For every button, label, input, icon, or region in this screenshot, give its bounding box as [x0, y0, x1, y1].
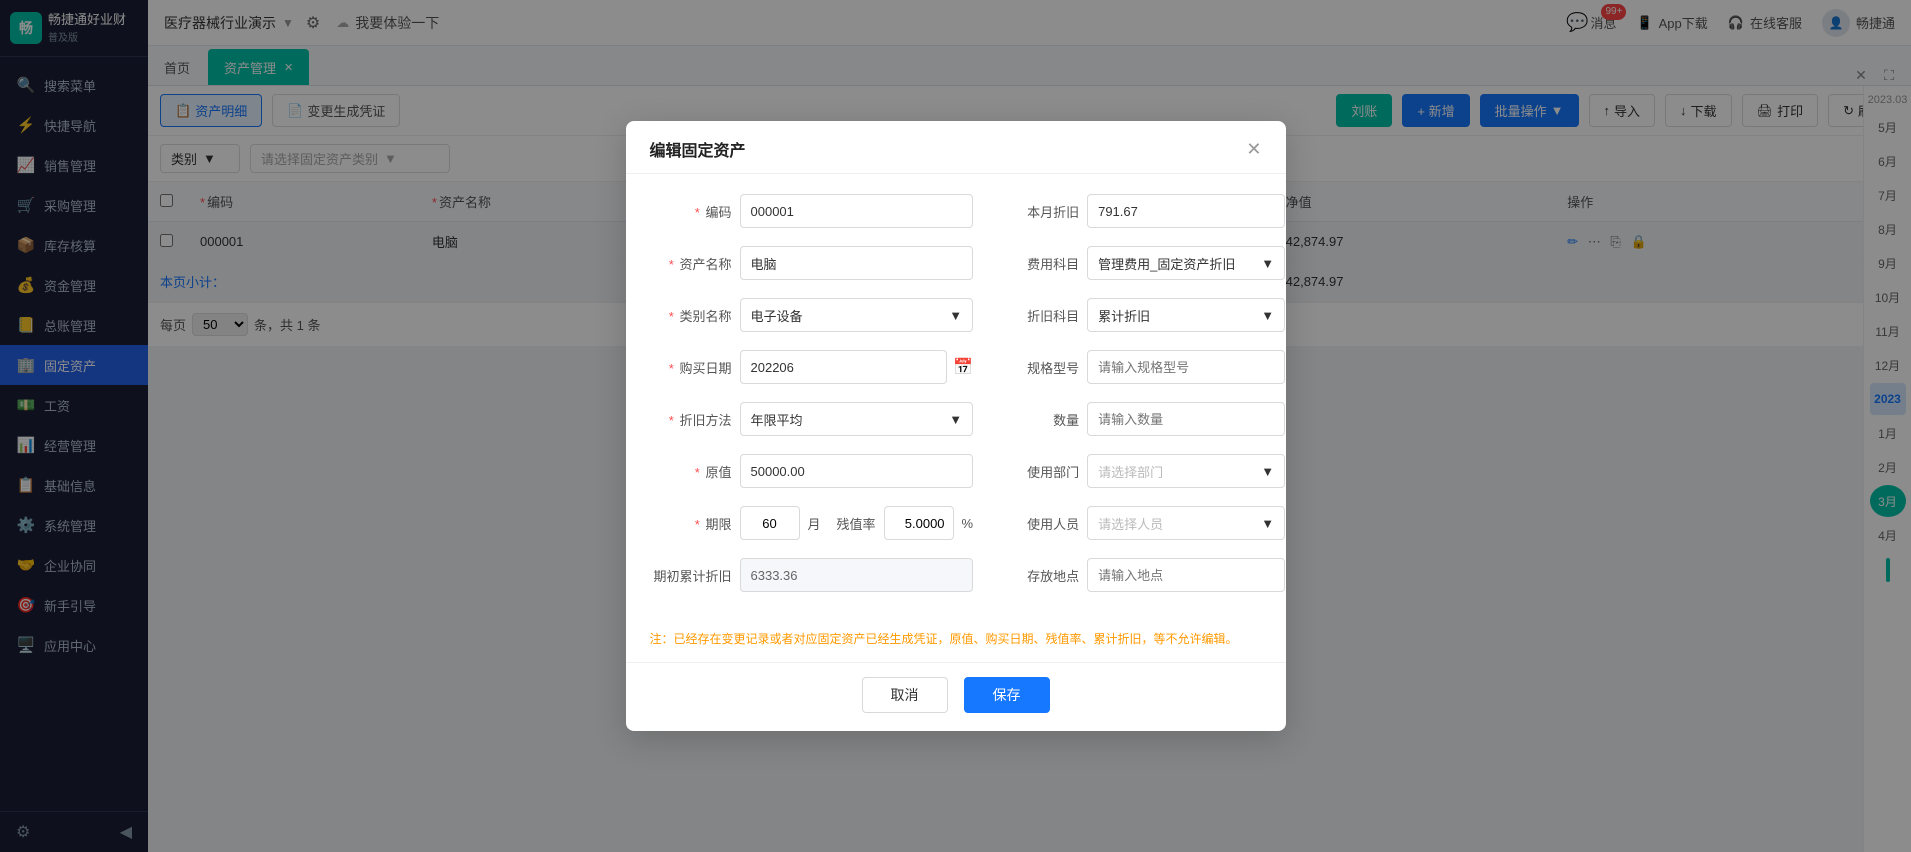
period-rate-row: 月 残值率 %: [740, 506, 974, 540]
modal-right-col: 本月折旧 费用科目 管理费用_固定资产折旧 ▼ 折旧科目: [997, 194, 1285, 610]
dep-method-select[interactable]: 年限平均 ▼: [740, 402, 974, 436]
dep-subject-arrow: ▼: [1261, 308, 1274, 323]
modal-footer: 取消 保存: [626, 662, 1286, 731]
initial-dep-label: 期初累计折旧: [650, 566, 740, 585]
modal-left-col: * 编码 * 资产名称: [650, 194, 974, 610]
modal-note: 注：已经存在变更记录或者对应固定资产已经生成凭证，原值、购买日期、残值率、累计折…: [626, 630, 1286, 661]
form-row-period: * 期限 月 残值率 %: [650, 506, 974, 540]
monthly-dep-label: 本月折旧: [997, 202, 1087, 221]
form-row-dep-subject: 折旧科目 累计折旧 ▼: [997, 298, 1285, 332]
form-row-purchase-date: * 购买日期 📅: [650, 350, 974, 384]
period-label: * 期限: [650, 514, 740, 533]
model-input[interactable]: [1087, 350, 1285, 384]
quantity-input[interactable]: [1087, 402, 1285, 436]
period-input[interactable]: [740, 506, 800, 540]
modal-body: * 编码 * 资产名称: [626, 174, 1286, 630]
department-placeholder: 请选择部门: [1098, 462, 1163, 481]
form-row-user: 使用人员 请选择人员 ▼: [997, 506, 1285, 540]
location-input[interactable]: [1087, 558, 1285, 592]
form-row-model: 规格型号: [997, 350, 1285, 384]
rate-unit: %: [962, 516, 974, 531]
dep-subject-label: 折旧科目: [997, 306, 1087, 325]
category-select[interactable]: 电子设备 ▼: [740, 298, 974, 332]
form-row-category: * 类别名称 电子设备 ▼: [650, 298, 974, 332]
purchase-date-wrap: 📅: [740, 350, 974, 384]
purchase-date-label: * 购买日期: [650, 358, 740, 377]
expense-subject-label: 费用科目: [997, 254, 1087, 273]
form-row-expense-subject: 费用科目 管理费用_固定资产折旧 ▼: [997, 246, 1285, 280]
department-arrow: ▼: [1261, 464, 1274, 479]
location-label: 存放地点: [997, 566, 1087, 585]
form-row-location: 存放地点: [997, 558, 1285, 592]
form-row-initial-dep: 期初累计折旧: [650, 558, 974, 592]
dep-subject-value: 累计折旧: [1098, 306, 1150, 325]
code-label: * 编码: [650, 202, 740, 221]
model-label: 规格型号: [997, 358, 1087, 377]
form-row-code: * 编码: [650, 194, 974, 228]
department-select[interactable]: 请选择部门 ▼: [1087, 454, 1285, 488]
user-select[interactable]: 请选择人员 ▼: [1087, 506, 1285, 540]
dep-method-value: 年限平均: [751, 410, 803, 429]
period-unit: 月: [808, 514, 821, 533]
calendar-icon[interactable]: 📅: [953, 357, 973, 377]
expense-subject-select[interactable]: 管理费用_固定资产折旧 ▼: [1087, 246, 1285, 280]
modal-grid: * 编码 * 资产名称: [650, 194, 1262, 610]
modal-header: 编辑固定资产 ✕: [626, 121, 1286, 174]
name-label: * 资产名称: [650, 254, 740, 273]
modal-close-icon[interactable]: ✕: [1246, 139, 1261, 160]
user-placeholder: 请选择人员: [1098, 514, 1163, 533]
edit-asset-modal: 编辑固定资产 ✕ * 编码: [626, 121, 1286, 730]
dep-method-arrow: ▼: [949, 412, 962, 427]
form-row-quantity: 数量: [997, 402, 1285, 436]
form-row-department: 使用部门 请选择部门 ▼: [997, 454, 1285, 488]
expense-subject-value: 管理费用_固定资产折旧: [1098, 254, 1235, 273]
initial-dep-input[interactable]: [740, 558, 974, 592]
form-row-name: * 资产名称: [650, 246, 974, 280]
original-value-label: * 原值: [650, 462, 740, 481]
rate-label: 残值率: [837, 514, 876, 533]
category-select-arrow: ▼: [949, 308, 962, 323]
expense-subject-arrow: ▼: [1261, 256, 1274, 271]
monthly-dep-input[interactable]: [1087, 194, 1285, 228]
save-button[interactable]: 保存: [964, 677, 1050, 713]
modal-title: 编辑固定资产: [650, 137, 746, 161]
purchase-date-input[interactable]: [740, 350, 948, 384]
original-value-input[interactable]: [740, 454, 974, 488]
dep-subject-select[interactable]: 累计折旧 ▼: [1087, 298, 1285, 332]
rate-input[interactable]: [884, 506, 954, 540]
code-input[interactable]: [740, 194, 974, 228]
department-label: 使用部门: [997, 462, 1087, 481]
user-label: 使用人员: [997, 514, 1087, 533]
quantity-label: 数量: [997, 410, 1087, 429]
form-row-dep-method: * 折旧方法 年限平均 ▼: [650, 402, 974, 436]
user-arrow: ▼: [1261, 516, 1274, 531]
dep-method-label: * 折旧方法: [650, 410, 740, 429]
cancel-button[interactable]: 取消: [862, 677, 948, 713]
form-row-original-value: * 原值: [650, 454, 974, 488]
category-select-value: 电子设备: [751, 306, 803, 325]
category-label: * 类别名称: [650, 306, 740, 325]
modal-overlay: 编辑固定资产 ✕ * 编码: [0, 0, 1911, 852]
name-input[interactable]: [740, 246, 974, 280]
form-row-monthly-dep: 本月折旧: [997, 194, 1285, 228]
